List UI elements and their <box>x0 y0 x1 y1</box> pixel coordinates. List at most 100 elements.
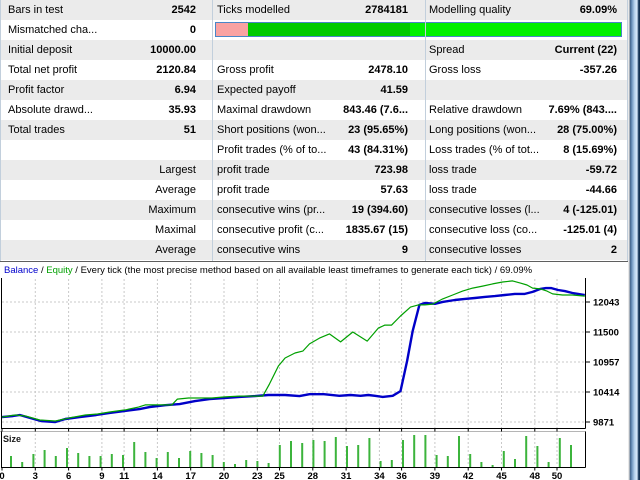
stat-value: 2542 <box>171 4 196 16</box>
table-row: Total trades 51 Short positions (won... 23 … <box>0 120 628 140</box>
stat-label: Maximal drawdown <box>217 104 312 116</box>
stat-label: Initial deposit <box>8 44 73 56</box>
x-axis-label: 23 <box>252 471 263 480</box>
size-bar <box>66 448 68 467</box>
table-row: Average consecutive wins 9 consecutive loss… <box>0 240 628 260</box>
stat-label: Average <box>155 244 196 256</box>
size-bar <box>357 445 360 467</box>
stat-label: consecutive losses <box>429 244 522 256</box>
table-row: Profit trades (% of to... 43 (84.31%) Loss… <box>0 140 628 160</box>
stat-value: 843.46 (7.6... <box>343 104 408 116</box>
size-bar <box>267 463 270 467</box>
size-panel-label: Size <box>3 434 21 444</box>
size-bar <box>278 445 281 467</box>
stat-label: Short positions (won... <box>217 124 326 136</box>
stat-label: Modelling quality <box>429 4 511 16</box>
size-bar <box>211 455 214 467</box>
table-row: Average profit trade 57.63 loss trade -44.66 <box>0 180 628 200</box>
stat-value: 8 (15.69%) <box>563 144 617 156</box>
stat-label: Expected payoff <box>217 84 296 96</box>
chart-section: Balance / Equity / Every tick (the most … <box>0 261 628 480</box>
size-bar <box>346 446 348 467</box>
size-bar <box>166 452 169 467</box>
size-bar <box>469 454 472 467</box>
strategy-tester-report: Bars in test 2542 Ticks modelled 2784181 Mod… <box>0 0 640 480</box>
stat-label: Relative drawdown <box>429 104 522 116</box>
progress-segment-mismatched <box>216 23 249 36</box>
size-bar <box>32 454 35 467</box>
stat-value: 7.69% (843.... <box>548 104 618 116</box>
stat-label: Loss trades (% of tot... <box>429 144 540 156</box>
table-row: Maximal consecutive profit (c... 1835.67 (… <box>0 220 628 240</box>
stat-value: 10000.00 <box>150 44 196 56</box>
size-bar <box>99 456 102 467</box>
stat-label: consecutive loss (co... <box>429 224 538 236</box>
x-axis-label: 17 <box>185 471 196 480</box>
stat-label: loss trade <box>429 184 477 196</box>
x-axis-label: 14 <box>152 471 163 480</box>
x-axis-label: 45 <box>496 471 507 480</box>
stat-value: 28 (75.00%) <box>557 124 617 136</box>
size-bar <box>458 436 460 467</box>
size-bar <box>525 436 528 467</box>
column-separator <box>425 0 426 261</box>
balance-line <box>1 286 585 424</box>
y-axis-label: 11500 <box>593 328 619 339</box>
stat-value: 0 <box>189 24 196 36</box>
stat-label: Maximal <box>155 224 196 236</box>
size-bar <box>334 437 337 467</box>
size-bar <box>256 461 259 467</box>
x-axis-label: 28 <box>308 471 319 480</box>
modelling-quality-value: 69.09% <box>499 265 533 276</box>
size-bar <box>424 435 427 467</box>
stat-label: consecutive profit (c... <box>217 224 324 236</box>
table-row: Bars in test 2542 Ticks modelled 2784181 Mod… <box>0 0 628 20</box>
size-bar <box>178 458 180 467</box>
stat-label: Profit factor <box>8 84 65 96</box>
stat-label: Gross loss <box>429 64 481 76</box>
stat-label: Mismatched cha... <box>8 24 98 36</box>
size-bar <box>10 456 12 467</box>
results-table: Bars in test 2542 Ticks modelled 2784181 Mod… <box>0 0 628 261</box>
table-row: Largest profit trade 723.98 loss trade -59.7… <box>0 160 628 180</box>
stat-label: profit trade <box>217 164 270 176</box>
stat-value: 43 (84.31%) <box>348 144 408 156</box>
stat-value: -44.66 <box>585 184 617 196</box>
legend-separator: / <box>72 265 81 276</box>
x-axis-label: 48 <box>530 471 541 480</box>
stat-value: 1835.67 (15) <box>345 224 408 236</box>
size-bar <box>222 462 225 467</box>
stat-label: Bars in test <box>8 4 64 16</box>
stat-value: 19 (394.60) <box>351 204 408 216</box>
size-bar <box>480 462 483 467</box>
stat-value: -357.26 <box>579 64 617 76</box>
stat-value: 2 <box>610 244 617 256</box>
x-axis-label: 36 <box>396 471 407 480</box>
size-bar <box>502 451 505 467</box>
size-bar <box>155 458 158 467</box>
x-axis-label: 34 <box>374 471 385 480</box>
x-axis-label: 50 <box>552 471 563 480</box>
size-bar <box>514 459 516 467</box>
size-bar <box>290 441 292 467</box>
stat-value: 723.98 <box>374 164 408 176</box>
table-left-border <box>0 0 1 261</box>
modelling-quality-progress-bar <box>215 22 622 37</box>
size-bar <box>54 456 57 467</box>
size-bar <box>234 464 236 467</box>
equity-line <box>1 280 585 422</box>
stat-value: 2478.10 <box>368 64 408 76</box>
y-axis-label: 10957 <box>593 358 619 369</box>
size-bar <box>402 440 404 467</box>
size-bar <box>43 450 46 467</box>
stat-value: -125.01 (4) <box>563 224 617 236</box>
x-axis-label: 20 <box>219 471 230 480</box>
x-axis-label: 0 <box>0 471 5 480</box>
size-bar <box>77 453 80 467</box>
x-axis-label: 6 <box>66 471 71 480</box>
x-axis-label: 9 <box>99 471 104 480</box>
x-axis-label: 3 <box>33 471 38 480</box>
stat-label: Spread <box>429 44 465 56</box>
y-axis-label: 9871 <box>593 418 615 429</box>
chart-legend: Balance / Equity / Every tick (the most … <box>4 264 532 277</box>
